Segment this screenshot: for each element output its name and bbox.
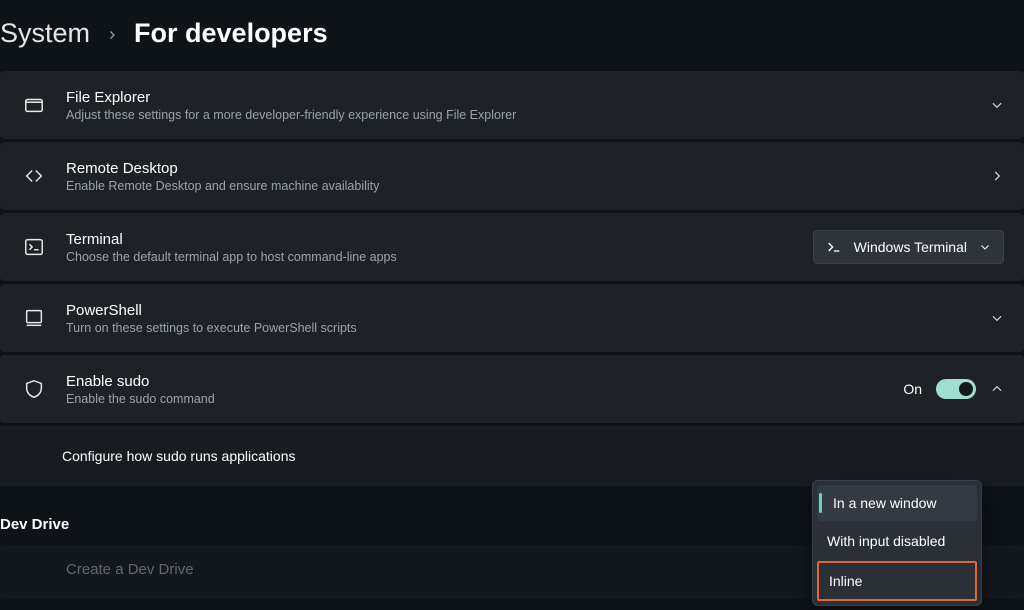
sudo-toggle-label: On [903,381,922,397]
breadcrumb-parent[interactable]: System [0,18,90,49]
chevron-up-icon [990,382,1004,396]
chevron-down-icon [990,98,1004,112]
remote-icon [20,162,48,190]
terminal-row[interactable]: Terminal Choose the default terminal app… [0,213,1024,281]
powershell-title: PowerShell [66,302,990,319]
enable-sudo-title: Enable sudo [66,373,903,390]
settings-list: File Explorer Adjust these settings for … [0,71,1024,486]
sudo-toggle[interactable] [936,379,976,399]
terminal-dropdown[interactable]: Windows Terminal [813,230,1004,264]
breadcrumb: System For developers [0,0,1024,71]
file-explorer-row[interactable]: File Explorer Adjust these settings for … [0,71,1024,139]
enable-sudo-row[interactable]: Enable sudo Enable the sudo command On [0,355,1024,423]
remote-desktop-row[interactable]: Remote Desktop Enable Remote Desktop and… [0,142,1024,210]
sudo-mode-input-disabled[interactable]: With input disabled [817,523,977,559]
chevron-down-icon [979,241,991,253]
terminal-desc: Choose the default terminal app to host … [66,250,813,264]
sudo-mode-dropdown: In a new window With input disabled Inli… [812,480,982,606]
sudo-config-label: Configure how sudo runs applications [62,448,1004,464]
sudo-mode-new-window[interactable]: In a new window [817,485,977,521]
chevron-right-icon [106,29,118,41]
remote-desktop-title: Remote Desktop [66,160,990,177]
powershell-desc: Turn on these settings to execute PowerS… [66,321,990,335]
chevron-right-icon [990,169,1004,183]
drive-icon [20,555,48,583]
windows-terminal-icon [826,239,842,255]
folder-icon [20,91,48,119]
powershell-icon [20,304,48,332]
file-explorer-desc: Adjust these settings for a more develop… [66,108,990,122]
shield-icon [20,375,48,403]
sudo-config-row[interactable]: Configure how sudo runs applications [0,426,1024,486]
powershell-row[interactable]: PowerShell Turn on these settings to exe… [0,284,1024,352]
terminal-icon [20,233,48,261]
remote-desktop-desc: Enable Remote Desktop and ensure machine… [66,179,990,193]
terminal-title: Terminal [66,231,813,248]
file-explorer-title: File Explorer [66,89,990,106]
chevron-down-icon [990,311,1004,325]
breadcrumb-current: For developers [134,18,328,49]
terminal-dropdown-value: Windows Terminal [854,239,967,255]
enable-sudo-desc: Enable the sudo command [66,392,903,406]
sudo-mode-inline[interactable]: Inline [817,561,977,601]
